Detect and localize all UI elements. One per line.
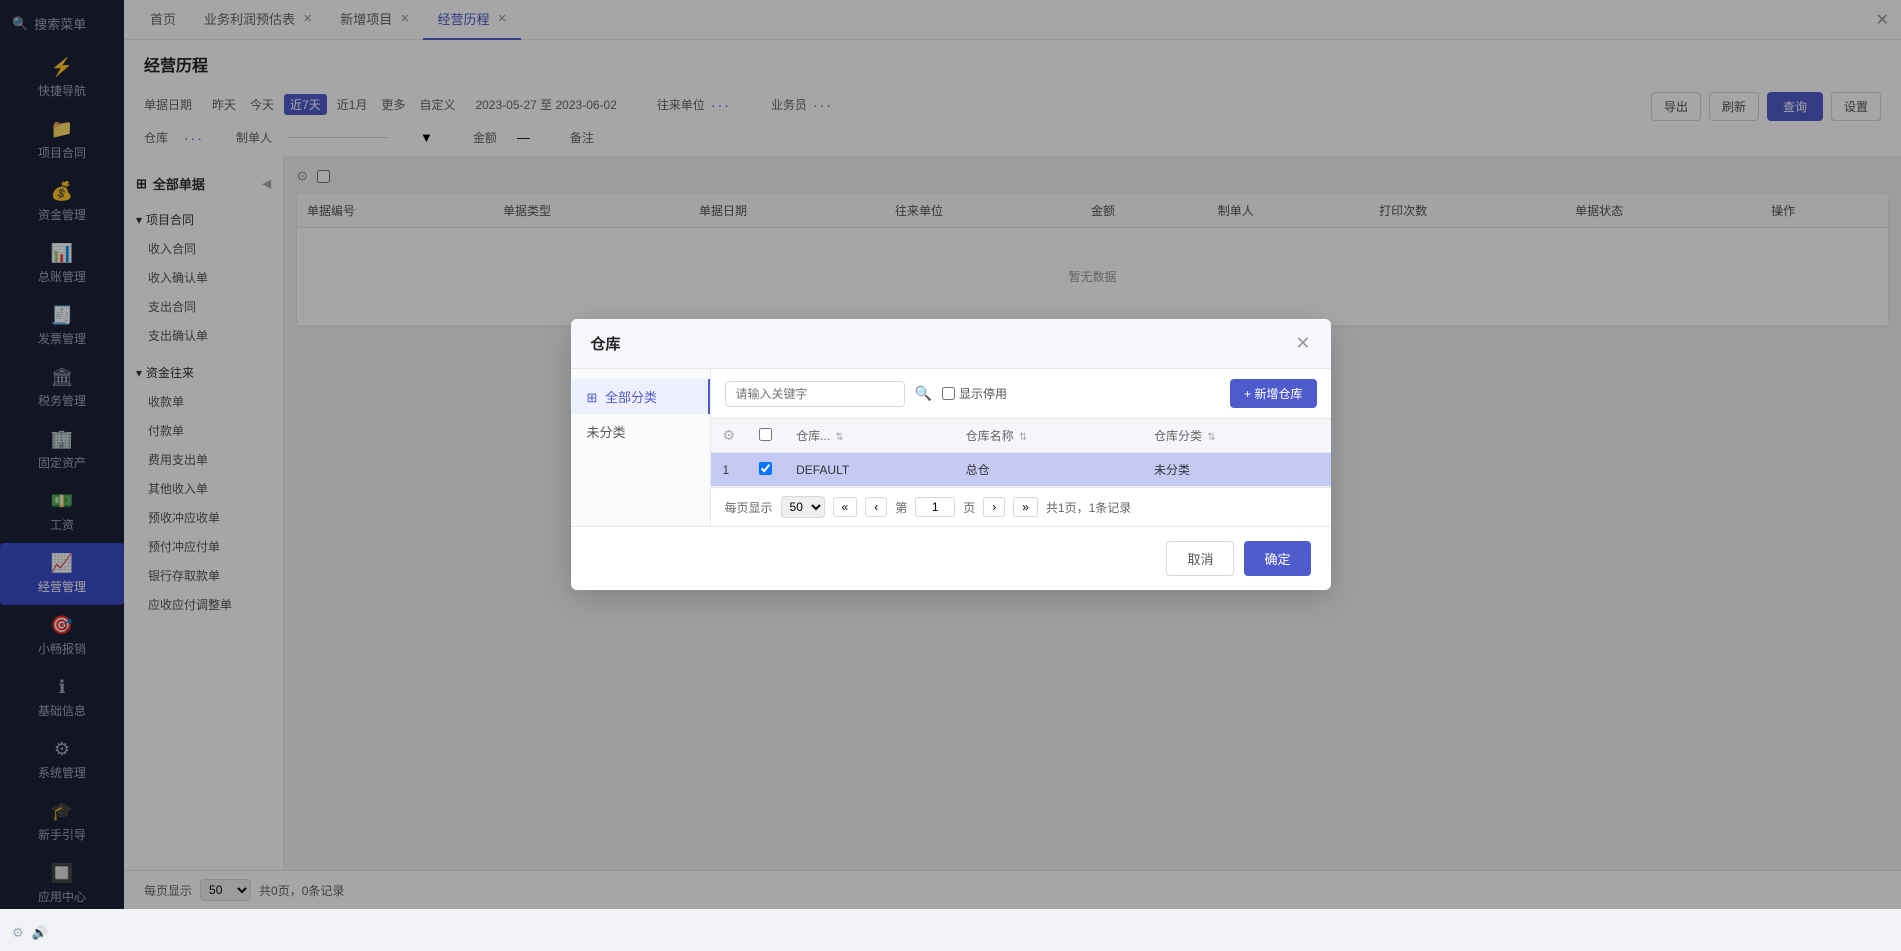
dialog-sidebar-all-label: 全部分类 — [605, 390, 657, 405]
add-warehouse-button[interactable]: + 新增仓库 — [1230, 379, 1316, 408]
sort-icon-category: ⇅ — [1207, 432, 1215, 443]
row-name: 总仓 — [954, 453, 1142, 487]
dialog-header: 仓库 ✕ — [571, 319, 1331, 369]
dialog-sidebar-uncat-label: 未分类 — [587, 425, 626, 440]
dialog-toolbar: 🔍 显示停用 + 新增仓库 — [711, 369, 1331, 419]
sidebar-bottom: ⚙ 🔊 — [0, 915, 124, 951]
settings-icon[interactable]: ⚙ — [12, 925, 24, 941]
dialog-table: ⚙ 仓库... ⇅ 仓库名称 ⇅ — [711, 419, 1331, 487]
dialog-col-name: 仓库名称 ⇅ — [954, 419, 1142, 453]
modal-overlay: 仓库 ✕ ⊞ 全部分类 未分类 🔍 — [0, 0, 1901, 909]
dialog-sidebar: ⊞ 全部分类 未分类 — [571, 369, 711, 526]
dialog-table-row[interactable]: 1 DEFAULT 总仓 未分类 — [711, 453, 1331, 487]
dialog-page-label: 第 — [895, 499, 907, 516]
dialog-prev-page[interactable]: ‹ — [865, 497, 887, 517]
show-disabled-label[interactable]: 显示停用 — [942, 385, 1007, 402]
dialog-gear-icon[interactable]: ⚙ — [723, 427, 736, 443]
row-category: 未分类 — [1142, 453, 1330, 487]
warehouse-dialog: 仓库 ✕ ⊞ 全部分类 未分类 🔍 — [571, 319, 1331, 590]
confirm-button[interactable]: 确定 — [1244, 541, 1310, 576]
dialog-col-checkbox — [747, 419, 784, 453]
dialog-page-suffix: 页 — [963, 499, 975, 516]
dialog-actions: 取消 确定 — [571, 526, 1331, 590]
row-checkbox[interactable] — [747, 453, 784, 487]
dialog-table-wrapper: ⚙ 仓库... ⇅ 仓库名称 ⇅ — [711, 419, 1331, 487]
dialog-content: 🔍 显示停用 + 新增仓库 ⚙ — [711, 369, 1331, 526]
sort-icon-name: ⇅ — [1019, 432, 1027, 443]
dialog-body: ⊞ 全部分类 未分类 🔍 显示停用 + 新增仓库 — [571, 369, 1331, 526]
dialog-sidebar-all-category[interactable]: ⊞ 全部分类 — [571, 379, 710, 414]
dialog-sidebar-uncategorized[interactable]: 未分类 — [571, 414, 710, 449]
show-disabled-text: 显示停用 — [959, 385, 1007, 402]
dialog-footer-bar: 每页显示 50 « ‹ 第 页 › » 共1页，1条记录 — [711, 487, 1331, 526]
show-disabled-checkbox[interactable] — [942, 387, 955, 400]
dialog-title: 仓库 — [591, 333, 621, 354]
dialog-select-all[interactable] — [759, 428, 772, 441]
dialog-search-input[interactable] — [725, 381, 905, 407]
dialog-col-code: 仓库... ⇅ — [784, 419, 954, 453]
dialog-total-info: 共1页，1条记录 — [1046, 499, 1131, 516]
dialog-col-gear: ⚙ — [711, 419, 748, 453]
dialog-page-size-select[interactable]: 50 — [781, 496, 825, 518]
dialog-col-category: 仓库分类 ⇅ — [1142, 419, 1330, 453]
dialog-next-page[interactable]: › — [983, 497, 1005, 517]
dialog-close-icon[interactable]: ✕ — [1295, 333, 1310, 354]
row-checkbox-input[interactable] — [759, 462, 772, 475]
volume-icon[interactable]: 🔊 — [32, 925, 48, 941]
cancel-button[interactable]: 取消 — [1166, 541, 1234, 576]
row-code: DEFAULT — [784, 453, 954, 487]
sort-icon-code: ⇅ — [835, 432, 843, 443]
grid-icon: ⊞ — [587, 390, 598, 405]
dialog-search-icon[interactable]: 🔍 — [915, 385, 932, 402]
dialog-first-page[interactable]: « — [833, 497, 858, 517]
row-index: 1 — [711, 453, 748, 487]
dialog-page-size-label: 每页显示 — [725, 499, 773, 516]
dialog-last-page[interactable]: » — [1013, 497, 1038, 517]
dialog-page-input[interactable] — [915, 497, 955, 517]
